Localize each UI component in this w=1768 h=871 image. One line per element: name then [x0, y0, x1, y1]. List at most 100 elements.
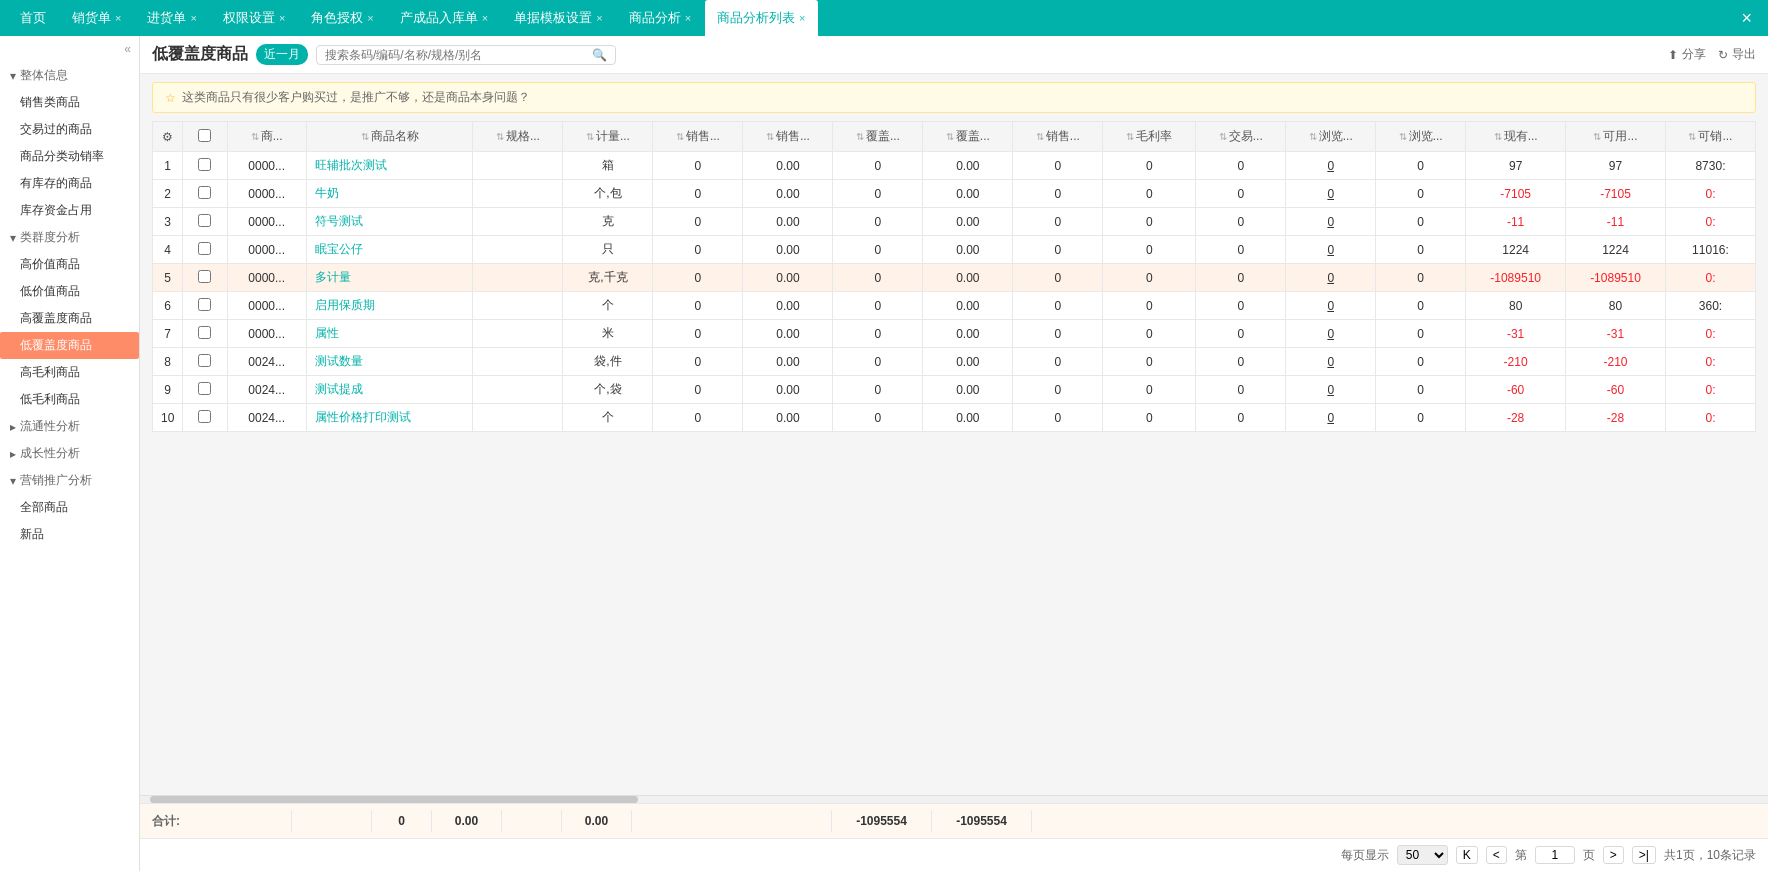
nav-close-analysis-list[interactable]: × [799, 12, 805, 24]
nav-product-analysis-list[interactable]: 商品分析列表 × [705, 0, 817, 36]
window-close-button[interactable]: × [1733, 8, 1760, 29]
search-icon[interactable]: 🔍 [592, 48, 607, 62]
td-browse1[interactable]: 0 [1286, 320, 1376, 348]
nav-purchase[interactable]: 进货单 × [135, 0, 208, 36]
sidebar-collapse-button[interactable]: « [0, 36, 139, 62]
td-name[interactable]: 属性价格打印测试 [306, 404, 473, 432]
th-current[interactable]: 现有... [1466, 122, 1566, 152]
sidebar-item-new-products[interactable]: 新品 [0, 521, 139, 548]
export-button[interactable]: ↻ 导出 [1718, 46, 1756, 63]
th-gross-rate[interactable]: 毛利率 [1103, 122, 1196, 152]
th-sales-qty[interactable]: 销售... [653, 122, 743, 152]
th-settings[interactable]: ⚙ [153, 122, 183, 152]
date-badge[interactable]: 近一月 [256, 44, 308, 65]
nav-close-role[interactable]: × [367, 12, 373, 24]
sidebar-item-stock-capital[interactable]: 库存资金占用 [0, 197, 139, 224]
nav-role[interactable]: 角色授权 × [299, 0, 385, 36]
nav-close-permission[interactable]: × [279, 12, 285, 24]
td-checkbox[interactable] [183, 236, 227, 264]
sidebar-item-stocked[interactable]: 有库存的商品 [0, 170, 139, 197]
search-input[interactable] [325, 48, 588, 62]
td-checkbox[interactable] [183, 376, 227, 404]
nav-close-sales[interactable]: × [115, 12, 121, 24]
td-browse1[interactable]: 0 [1286, 152, 1376, 180]
sidebar-section-growth[interactable]: ▸ 成长性分析 [0, 440, 139, 467]
sidebar-item-low-value[interactable]: 低价值商品 [0, 278, 139, 305]
td-browse1[interactable]: 0 [1286, 236, 1376, 264]
th-code[interactable]: 商... [227, 122, 306, 152]
share-button[interactable]: ⬆ 分享 [1668, 46, 1706, 63]
next-page-button[interactable]: > [1603, 846, 1624, 864]
td-name[interactable]: 符号测试 [306, 208, 473, 236]
sidebar-item-all-products[interactable]: 全部商品 [0, 494, 139, 521]
td-checkbox[interactable] [183, 292, 227, 320]
td-name[interactable]: 测试数量 [306, 348, 473, 376]
current-page-input[interactable] [1535, 846, 1575, 864]
nav-close-template[interactable]: × [596, 12, 602, 24]
nav-product-inbound[interactable]: 产成品入库单 × [388, 0, 500, 36]
nav-home[interactable]: 首页 [8, 0, 58, 36]
th-unit[interactable]: 计量... [563, 122, 653, 152]
td-checkbox[interactable] [183, 264, 227, 292]
td-checkbox[interactable] [183, 404, 227, 432]
first-page-button[interactable]: K [1456, 846, 1478, 864]
nav-permission[interactable]: 权限设置 × [211, 0, 297, 36]
sidebar-section-cluster[interactable]: ▾ 类群度分析 [0, 224, 139, 251]
td-browse1[interactable]: 0 [1286, 404, 1376, 432]
nav-close-product-inbound[interactable]: × [482, 12, 488, 24]
th-browse1[interactable]: 浏览... [1286, 122, 1376, 152]
td-code: 0000... [227, 320, 306, 348]
td-browse1[interactable]: 0 [1286, 348, 1376, 376]
td-name[interactable]: 牛奶 [306, 180, 473, 208]
sidebar-item-low-coverage[interactable]: 低覆盖度商品 [0, 332, 139, 359]
th-spec[interactable]: 规格... [473, 122, 563, 152]
th-sales2[interactable]: 销售... [1013, 122, 1103, 152]
td-browse1[interactable]: 0 [1286, 264, 1376, 292]
prev-page-button[interactable]: < [1486, 846, 1507, 864]
nav-close-purchase[interactable]: × [190, 12, 196, 24]
sidebar-item-category-rate[interactable]: 商品分类动销率 [0, 143, 139, 170]
th-sellable[interactable]: 可销... [1665, 122, 1755, 152]
td-name[interactable]: 多计量 [306, 264, 473, 292]
sidebar-section-overall[interactable]: ▾ 整体信息 [0, 62, 139, 89]
td-browse1[interactable]: 0 [1286, 292, 1376, 320]
td-name[interactable]: 眠宝公仔 [306, 236, 473, 264]
nav-product-analysis[interactable]: 商品分析 × [617, 0, 703, 36]
sidebar-section-liquidity[interactable]: ▸ 流通性分析 [0, 413, 139, 440]
sidebar-item-high-value[interactable]: 高价值商品 [0, 251, 139, 278]
search-box[interactable]: 🔍 [316, 45, 616, 65]
td-name[interactable]: 属性 [306, 320, 473, 348]
sidebar-item-traded-products[interactable]: 交易过的商品 [0, 116, 139, 143]
th-browse2[interactable]: 浏览... [1376, 122, 1466, 152]
sidebar-item-sales-products[interactable]: 销售类商品 [0, 89, 139, 116]
nav-template-settings[interactable]: 单据模板设置 × [502, 0, 614, 36]
sidebar-item-high-margin[interactable]: 高毛利商品 [0, 359, 139, 386]
nav-close-analysis[interactable]: × [685, 12, 691, 24]
td-browse1[interactable]: 0 [1286, 208, 1376, 236]
th-sales-amt[interactable]: 销售... [743, 122, 833, 152]
select-all-checkbox[interactable] [198, 129, 211, 142]
last-page-button[interactable]: >| [1632, 846, 1656, 864]
td-name[interactable]: 旺辅批次测试 [306, 152, 473, 180]
td-checkbox[interactable] [183, 348, 227, 376]
sidebar-section-marketing[interactable]: ▾ 营销推广分析 [0, 467, 139, 494]
td-browse1[interactable]: 0 [1286, 376, 1376, 404]
th-available[interactable]: 可用... [1566, 122, 1666, 152]
sidebar-item-high-coverage[interactable]: 高覆盖度商品 [0, 305, 139, 332]
table-container[interactable]: ⚙ 商... 商品名称 规格... 计量... 销售... 销售... 覆盖..… [140, 113, 1768, 795]
page-size-select[interactable]: 50 20 100 [1397, 845, 1448, 865]
td-browse1[interactable]: 0 [1286, 180, 1376, 208]
td-checkbox[interactable] [183, 152, 227, 180]
nav-sales-order[interactable]: 销货单 × [60, 0, 133, 36]
horizontal-scrollbar[interactable] [140, 795, 1768, 803]
th-cover1[interactable]: 覆盖... [833, 122, 923, 152]
td-checkbox[interactable] [183, 208, 227, 236]
sidebar-item-low-margin[interactable]: 低毛利商品 [0, 386, 139, 413]
td-name[interactable]: 测试提成 [306, 376, 473, 404]
td-checkbox[interactable] [183, 320, 227, 348]
th-name[interactable]: 商品名称 [306, 122, 473, 152]
th-cover2[interactable]: 覆盖... [923, 122, 1013, 152]
td-name[interactable]: 启用保质期 [306, 292, 473, 320]
td-checkbox[interactable] [183, 180, 227, 208]
th-trade[interactable]: 交易... [1196, 122, 1286, 152]
